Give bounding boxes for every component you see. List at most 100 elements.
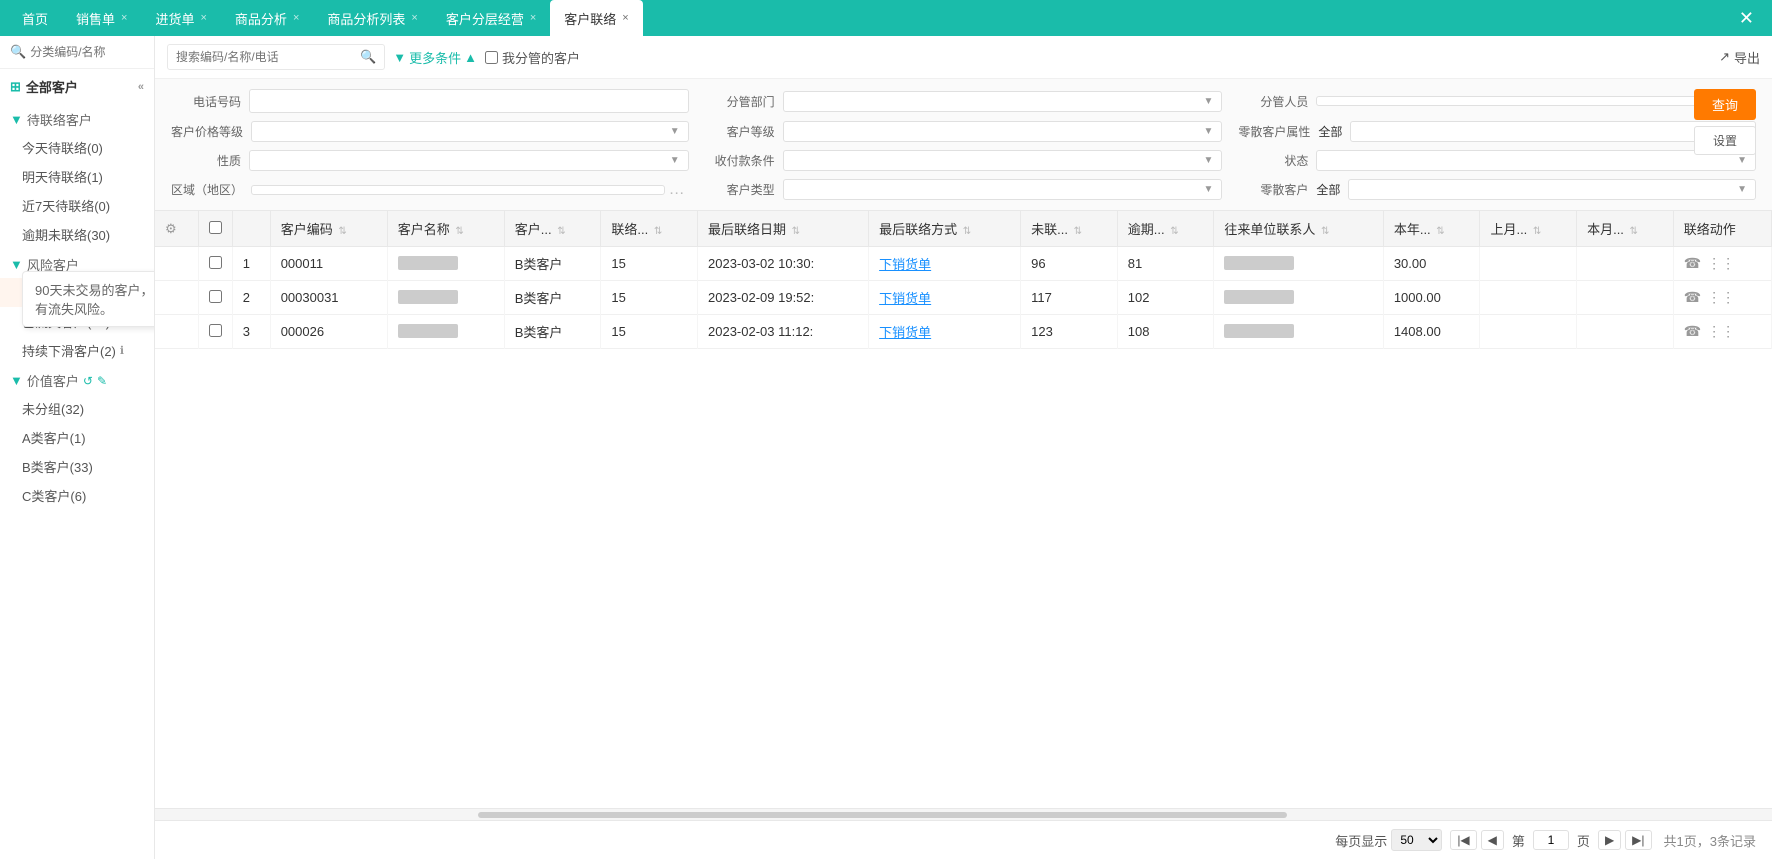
sidebar-item-tomorrow[interactable]: 明天待联络(1) xyxy=(0,162,154,191)
tab-sales-close[interactable]: × xyxy=(121,12,127,24)
contact-method-link[interactable]: 下销货单 xyxy=(879,325,931,340)
tab-customer-contact-close[interactable]: × xyxy=(622,12,628,24)
tab-purchase-close[interactable]: × xyxy=(200,12,206,24)
phone-input[interactable] xyxy=(249,89,689,113)
sidebar-item-7days[interactable]: 近7天待联络(0) xyxy=(0,191,154,220)
th-settings[interactable]: ⚙ xyxy=(155,211,198,247)
td-name xyxy=(387,281,504,315)
row-checkbox[interactable] xyxy=(209,256,222,269)
table-row: 1 000011 B类客户 15 2023-03-02 10:30: 下销货单 … xyxy=(155,247,1772,281)
sidebar-item-ungrouped[interactable]: 未分组(32) xyxy=(0,394,154,423)
customer-level-select[interactable]: ▼ xyxy=(783,121,1223,142)
contact-action-icon[interactable]: ☎ xyxy=(1684,255,1701,272)
region-dots[interactable]: … xyxy=(665,181,689,199)
sidebar-item-class-b[interactable]: B类客户(33) xyxy=(0,452,154,481)
th-code[interactable]: 客户编码 ⇅ xyxy=(270,211,387,247)
search-input[interactable] xyxy=(176,50,356,64)
th-last-method[interactable]: 最后联络方式 ⇅ xyxy=(869,211,1021,247)
my-customers-checkbox[interactable]: 我分管的客户 xyxy=(485,48,580,67)
my-customers-check-input[interactable] xyxy=(485,51,498,64)
td-type: B类客户 xyxy=(504,247,601,281)
sidebar-item-overdue[interactable]: 逾期未联络(30) xyxy=(0,220,154,249)
contact-method-link[interactable]: 下销货单 xyxy=(879,257,931,272)
th-type[interactable]: 客户... ⇅ xyxy=(504,211,601,247)
sort-name-icon: ⇅ xyxy=(455,226,463,237)
sidebar: 🔍 ⊞ 全部客户 « ▼ 待联络客户 今天待联络(0) 明天待联络(1) 近7天… xyxy=(0,36,155,859)
customer-type-select[interactable]: ▼ xyxy=(783,179,1223,200)
sort-thismonth-icon: ⇅ xyxy=(1630,226,1638,237)
more-action-icon[interactable]: ⋮⋮ xyxy=(1707,323,1735,340)
th-this-year[interactable]: 本年... ⇅ xyxy=(1383,211,1480,247)
sidebar-item-declining[interactable]: 持续下滑客户(2) ℹ xyxy=(0,336,154,365)
region-select[interactable] xyxy=(251,185,665,195)
th-last-date[interactable]: 最后联络日期 ⇅ xyxy=(698,211,869,247)
last-page-btn[interactable]: ▶| xyxy=(1625,830,1651,850)
search-button[interactable]: 查询 xyxy=(1694,89,1756,120)
gender-select[interactable]: ▼ xyxy=(249,150,689,171)
more-action-icon[interactable]: ⋮⋮ xyxy=(1707,289,1735,306)
price-level-select[interactable]: ▼ xyxy=(251,121,689,142)
sidebar-item-class-a[interactable]: A类客户(1) xyxy=(0,423,154,452)
td-overdue: 81 xyxy=(1117,247,1214,281)
sidebar-search-icon: 🔍 xyxy=(10,44,26,60)
sidebar-all-customers[interactable]: ⊞ 全部客户 « xyxy=(0,69,154,104)
th-no-contact[interactable]: 未联... ⇅ xyxy=(1021,211,1118,247)
th-contacts[interactable]: 联络... ⇅ xyxy=(601,211,698,247)
tab-customer-layer[interactable]: 客户分层经营 × xyxy=(432,0,550,36)
tab-customer-contact[interactable]: 客户联络 × xyxy=(550,0,642,36)
tab-sales[interactable]: 销售单 × xyxy=(62,0,141,36)
td-name xyxy=(387,315,504,349)
tab-analysis[interactable]: 商品分析 × xyxy=(221,0,313,36)
first-page-btn[interactable]: |◀ xyxy=(1450,830,1476,850)
th-name[interactable]: 客户名称 ⇅ xyxy=(387,211,504,247)
settings-button[interactable]: 设置 xyxy=(1694,126,1756,155)
row-checkbox[interactable] xyxy=(209,290,222,303)
tab-customer-layer-close[interactable]: × xyxy=(530,12,536,24)
sidebar-search-input[interactable] xyxy=(30,45,144,59)
sidebar-group-value[interactable]: ▼ 价值客户 ↺ ✎ xyxy=(0,365,154,394)
blurred-unit xyxy=(1224,290,1294,304)
select-all-checkbox[interactable] xyxy=(209,221,222,234)
sidebar-group-risk[interactable]: ▼ 风险客户 90天未交易的客户，可能有流失风险。 xyxy=(0,249,154,278)
td-unit-contact xyxy=(1214,247,1383,281)
tab-analysis-close[interactable]: × xyxy=(293,12,299,24)
blurred-name xyxy=(398,256,458,270)
sidebar-item-class-c[interactable]: C类客户(6) xyxy=(0,481,154,510)
refresh-icon-value[interactable]: ↺ xyxy=(83,374,93,388)
status-select[interactable]: ▼ xyxy=(1316,150,1756,171)
filter-field-customer-level: 客户等级 ▼ xyxy=(705,121,1223,142)
row-checkbox[interactable] xyxy=(209,324,222,337)
th-this-month[interactable]: 本月... ⇅ xyxy=(1577,211,1674,247)
sidebar-item-today[interactable]: 今天待联络(0) xyxy=(0,133,154,162)
export-btn[interactable]: ↗ 导出 xyxy=(1719,48,1760,67)
filter-field-phone: 电话号码 xyxy=(171,89,689,113)
manager-select[interactable] xyxy=(1316,96,1732,106)
contact-method-link[interactable]: 下销货单 xyxy=(879,291,931,306)
contact-action-icon[interactable]: ☎ xyxy=(1684,323,1701,340)
tab-analysis-list[interactable]: 商品分析列表 × xyxy=(313,0,431,36)
page-size-select[interactable]: 50 20 100 xyxy=(1391,829,1442,851)
th-last-month[interactable]: 上月... ⇅ xyxy=(1480,211,1577,247)
more-conditions-btn[interactable]: ▼ 更多条件 ▲ xyxy=(393,48,477,67)
th-unit-contact[interactable]: 往来单位联系人 ⇅ xyxy=(1214,211,1383,247)
th-overdue[interactable]: 逾期... ⇅ xyxy=(1117,211,1214,247)
td-last-month xyxy=(1480,247,1577,281)
retail-customer-select[interactable]: ▼ xyxy=(1348,179,1756,200)
sidebar-group-pending[interactable]: ▼ 待联络客户 xyxy=(0,104,154,133)
next-page-btn[interactable]: ▶ xyxy=(1598,830,1621,850)
payment-select[interactable]: ▼ xyxy=(783,150,1223,171)
window-close-button[interactable]: ✕ xyxy=(1729,8,1764,29)
tab-purchase[interactable]: 进货单 × xyxy=(141,0,220,36)
prev-page-btn[interactable]: ◀ xyxy=(1481,830,1504,850)
search-button-icon[interactable]: 🔍 xyxy=(360,49,376,65)
tab-home[interactable]: 首页 xyxy=(8,0,62,36)
edit-icon-value[interactable]: ✎ xyxy=(97,374,107,388)
tab-analysis-list-close[interactable]: × xyxy=(411,12,417,24)
more-action-icon[interactable]: ⋮⋮ xyxy=(1707,255,1735,272)
chevron-cust-level: ▼ xyxy=(1203,126,1213,137)
contact-action-icon[interactable]: ☎ xyxy=(1684,289,1701,306)
horizontal-scrollbar-thumb[interactable] xyxy=(478,812,1287,818)
dept-select[interactable]: ▼ xyxy=(783,91,1223,112)
page-number-input[interactable] xyxy=(1533,830,1569,850)
filter-bar: 🔍 ▼ 更多条件 ▲ 我分管的客户 ↗ 导出 xyxy=(155,36,1772,79)
